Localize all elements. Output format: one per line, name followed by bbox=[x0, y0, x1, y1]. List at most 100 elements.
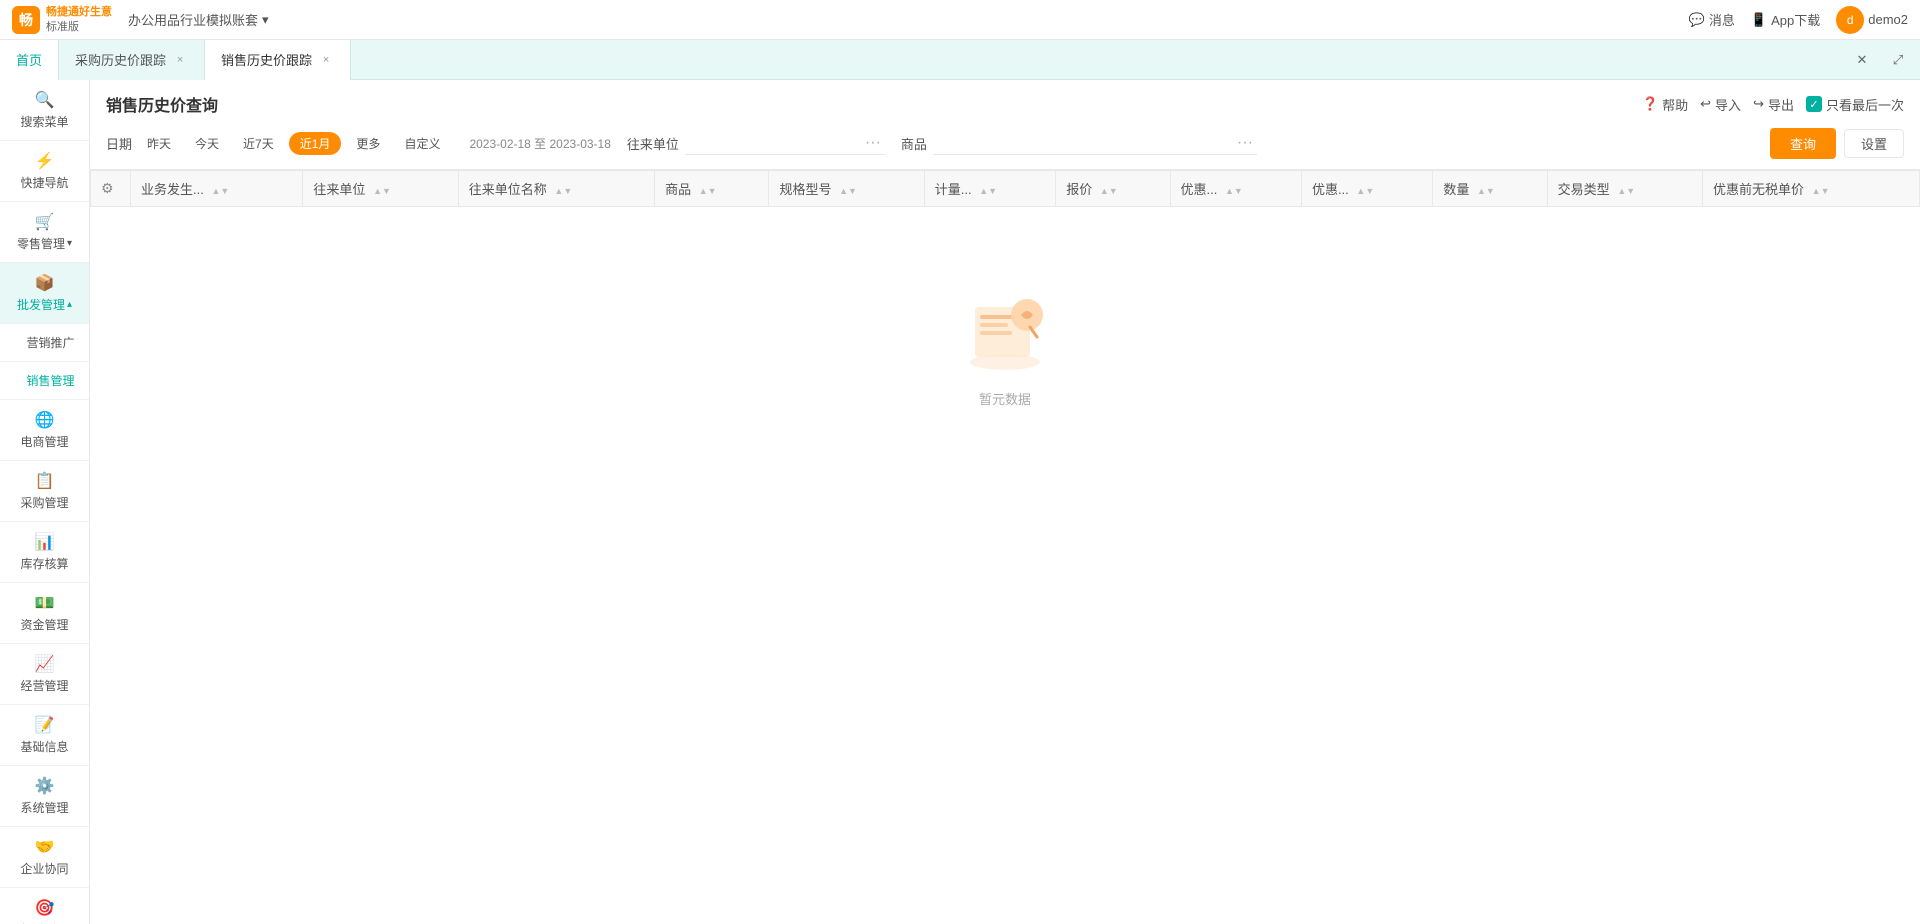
sidebar-item-label: 经营管理 bbox=[4, 677, 85, 694]
sort-icon: ▲▼ bbox=[1617, 186, 1635, 196]
query-button[interactable]: 查询 bbox=[1770, 128, 1836, 159]
sidebar-item-label: 采购管理 bbox=[4, 494, 85, 511]
page-title: 销售历史价查询 bbox=[106, 92, 218, 116]
sidebar-item-retail-mgmt[interactable]: 🛒 零售管理 ▾ bbox=[0, 202, 89, 263]
content-area: 销售历史价查询 ❓ 帮助 ↩ 导入 ↪ 导出 ✓ bbox=[90, 80, 1920, 924]
sort-icon: ▲▼ bbox=[1356, 186, 1374, 196]
tabbar-actions: ✕ ⤢ bbox=[1848, 46, 1920, 74]
goods-picker-btn[interactable]: ··· bbox=[1237, 134, 1253, 152]
sidebar-item-inventory[interactable]: 📊 库存核算 bbox=[0, 522, 89, 583]
system-icon: ⚙️ bbox=[4, 776, 85, 796]
date-btn-more[interactable]: 更多 bbox=[347, 131, 389, 156]
tab-sales-history[interactable]: 销售历史价跟踪 × bbox=[205, 40, 351, 80]
sort-icon: ▲▼ bbox=[1225, 186, 1243, 196]
col-pre-tax-price-label: 优惠前无税单价 bbox=[1713, 182, 1804, 197]
sidebar-item-system-mgmt[interactable]: ⚙️ 系统管理 bbox=[0, 766, 89, 827]
logo-line2: 标准版 bbox=[46, 20, 112, 34]
col-goods[interactable]: 商品 ▲▼ bbox=[655, 171, 769, 207]
expand-icon: ⤢ bbox=[1893, 52, 1903, 68]
user-name: demo2 bbox=[1868, 12, 1908, 27]
sidebar-item-onboarding[interactable]: 🎯 新手引导 bbox=[0, 888, 89, 924]
sidebar-item-marketing[interactable]: 营销推广 bbox=[0, 324, 89, 362]
col-trade-type[interactable]: 交易类型 ▲▼ bbox=[1547, 171, 1702, 207]
col-biz-date[interactable]: 业务发生... ▲▼ bbox=[131, 171, 303, 207]
col-partner-name[interactable]: 往来单位名称 ▲▼ bbox=[458, 171, 654, 207]
col-pre-tax-price[interactable]: 优惠前无税单价 ▲▼ bbox=[1703, 171, 1920, 207]
tab-purchase-history[interactable]: 采购历史价跟踪 × bbox=[59, 40, 205, 80]
col-goods-label: 商品 bbox=[665, 182, 691, 197]
col-partner-code[interactable]: 往来单位 ▲▼ bbox=[303, 171, 458, 207]
col-qty-label: 数量 bbox=[1443, 182, 1469, 197]
close-all-icon: ✕ bbox=[1857, 52, 1868, 68]
expand-btn[interactable]: ⤢ bbox=[1884, 46, 1912, 74]
sidebar-item-search-menu[interactable]: 🔍 搜索菜单 bbox=[0, 80, 89, 141]
message-btn[interactable]: 💬 消息 bbox=[1689, 10, 1735, 29]
sidebar-item-basic-info[interactable]: 📝 基础信息 bbox=[0, 705, 89, 766]
help-btn[interactable]: ❓ 帮助 bbox=[1642, 95, 1688, 114]
sidebar-item-enterprise-collab[interactable]: 🤝 企业协同 bbox=[0, 827, 89, 888]
tabbar: 首页 采购历史价跟踪 × 销售历史价跟踪 × ✕ ⤢ bbox=[0, 40, 1920, 80]
help-label: 帮助 bbox=[1662, 95, 1688, 114]
date-btn-custom[interactable]: 自定义 bbox=[395, 131, 449, 156]
col-partner-code-label: 往来单位 bbox=[313, 182, 365, 197]
inventory-icon: 📊 bbox=[4, 532, 85, 552]
download-icon: 📱 bbox=[1751, 12, 1767, 28]
date-btn-1month[interactable]: 近1月 bbox=[289, 132, 342, 155]
col-quote[interactable]: 报价 ▲▼ bbox=[1056, 171, 1170, 207]
sidebar-item-label: 搜索菜单 bbox=[4, 113, 85, 130]
user-menu[interactable]: d demo2 bbox=[1836, 6, 1908, 34]
sidebar-item-quick-nav[interactable]: ⚡ 快捷导航 bbox=[0, 141, 89, 202]
col-spec[interactable]: 规格型号 ▲▼ bbox=[769, 171, 924, 207]
partner-input[interactable] bbox=[689, 136, 865, 151]
sidebar-item-purchase-mgmt[interactable]: 📋 采购管理 bbox=[0, 461, 89, 522]
empty-illustration bbox=[955, 287, 1055, 377]
col-qty[interactable]: 数量 ▲▼ bbox=[1433, 171, 1547, 207]
settings-button[interactable]: 设置 bbox=[1844, 129, 1904, 158]
import-btn[interactable]: ↩ 导入 bbox=[1700, 95, 1741, 114]
goods-input[interactable] bbox=[937, 136, 1237, 151]
partner-label: 往来单位 bbox=[627, 134, 679, 153]
col-settings[interactable]: ⚙ bbox=[91, 171, 131, 207]
message-label: 消息 bbox=[1709, 10, 1735, 29]
app-download-btn[interactable]: 📱 App下载 bbox=[1751, 10, 1820, 29]
col-unit[interactable]: 计量... ▲▼ bbox=[924, 171, 1055, 207]
table-header-row: ⚙ 业务发生... ▲▼ 往来单位 ▲▼ 往来单位名称 ▲▼ bbox=[91, 171, 1920, 207]
ecommerce-icon: 🌐 bbox=[4, 410, 85, 430]
sidebar-item-label: 企业协同 bbox=[4, 860, 85, 877]
date-btn-today[interactable]: 今天 bbox=[186, 131, 228, 156]
sidebar-item-ecommerce-mgmt[interactable]: 🌐 电商管理 bbox=[0, 400, 89, 461]
partner-picker-btn[interactable]: ··· bbox=[865, 134, 881, 152]
sidebar-item-sales-mgmt[interactable]: 销售管理 bbox=[0, 362, 89, 400]
tab-home[interactable]: 首页 bbox=[0, 40, 59, 80]
only-last-checkbox[interactable]: ✓ bbox=[1806, 96, 1822, 112]
sidebar-item-label: 批发管理 bbox=[17, 296, 65, 313]
close-purchase-history-tab[interactable]: × bbox=[172, 52, 188, 68]
chevron-down-icon: ▾ bbox=[262, 12, 269, 28]
import-label: 导入 bbox=[1715, 95, 1741, 114]
date-btn-7days[interactable]: 近7天 bbox=[234, 131, 283, 156]
sidebar-item-label: 快捷导航 bbox=[4, 174, 85, 191]
empty-text: 暂元数据 bbox=[979, 389, 1031, 408]
sort-icon: ▲▼ bbox=[839, 186, 857, 196]
app-selector[interactable]: 办公用品行业模拟账套 ▾ bbox=[120, 6, 277, 33]
sidebar-item-finance-mgmt[interactable]: 💵 资金管理 bbox=[0, 583, 89, 644]
only-last-wrap[interactable]: ✓ 只看最后一次 bbox=[1806, 95, 1904, 114]
sidebar-item-operations-mgmt[interactable]: 📈 经营管理 bbox=[0, 644, 89, 705]
sidebar-item-wholesale-mgmt[interactable]: 📦 批发管理 ▴ bbox=[0, 263, 89, 324]
close-all-tabs-btn[interactable]: ✕ bbox=[1848, 46, 1876, 74]
help-icon: ❓ bbox=[1642, 96, 1658, 112]
close-sales-history-tab[interactable]: × bbox=[318, 52, 334, 68]
col-partner-name-label: 往来单位名称 bbox=[469, 182, 547, 197]
sort-icon: ▲▼ bbox=[1812, 186, 1830, 196]
app-download-label: App下载 bbox=[1771, 10, 1820, 29]
chevron-up-icon: ▴ bbox=[67, 299, 72, 310]
date-btn-yesterday[interactable]: 昨天 bbox=[138, 131, 180, 156]
sidebar-item-label: 系统管理 bbox=[4, 799, 85, 816]
column-settings-icon[interactable]: ⚙ bbox=[101, 180, 114, 196]
col-discount2[interactable]: 优惠... ▲▼ bbox=[1301, 171, 1432, 207]
sidebar-item-label: 零售管理 bbox=[17, 235, 65, 252]
col-trade-type-label: 交易类型 bbox=[1558, 182, 1610, 197]
export-btn[interactable]: ↪ 导出 bbox=[1753, 95, 1794, 114]
header-actions: ❓ 帮助 ↩ 导入 ↪ 导出 ✓ 只看最后一次 bbox=[1642, 95, 1904, 114]
col-discount1[interactable]: 优惠... ▲▼ bbox=[1170, 171, 1301, 207]
